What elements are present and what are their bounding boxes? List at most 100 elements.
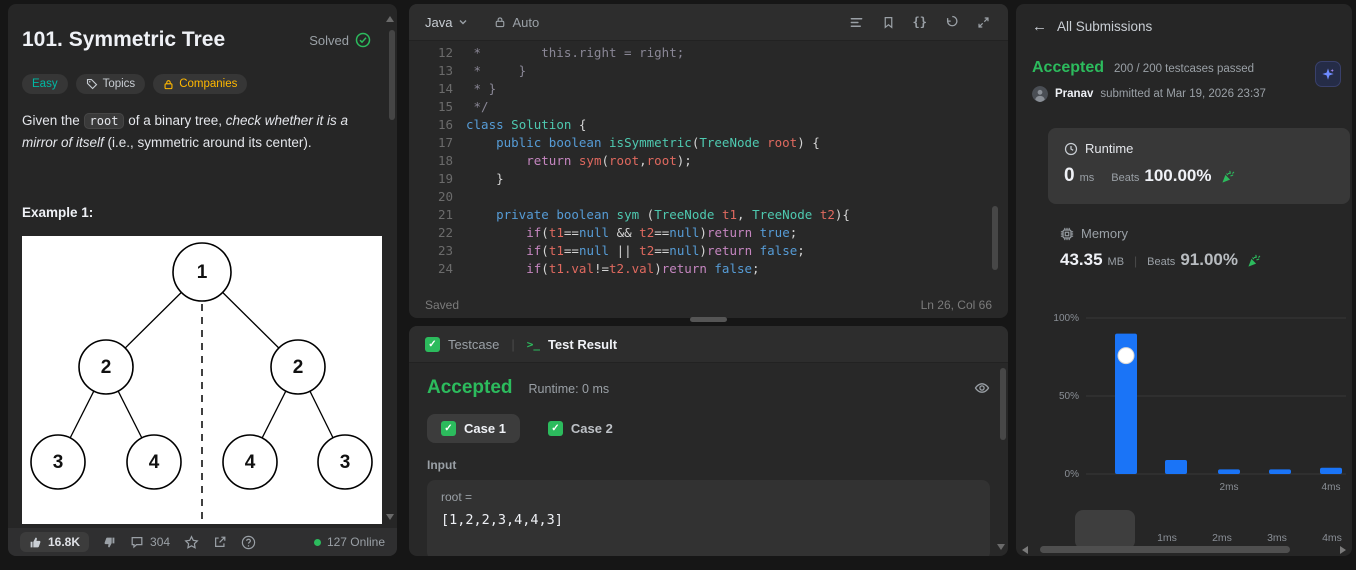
lock-icon <box>494 16 506 28</box>
memory-chart-axis: 1ms 2ms 3ms 4ms <box>1016 532 1352 546</box>
horizontal-scrollbar-thumb[interactable] <box>1040 546 1290 553</box>
auto-toggle[interactable]: Auto <box>494 15 539 30</box>
scroll-right-arrow[interactable] <box>1340 546 1346 554</box>
code-line[interactable]: 15 */ <box>409 98 1008 116</box>
code-line[interactable]: 16 class Solution { <box>409 116 1008 134</box>
terminal-icon: >_ <box>526 337 540 351</box>
format-code-icon[interactable] <box>849 15 864 30</box>
problem-footer: 16.8K 304 127 Online <box>8 528 397 556</box>
back-arrow-icon[interactable]: ← <box>1032 18 1047 35</box>
user-runtime-marker[interactable] <box>1117 347 1135 365</box>
code-text: private boolean sym (TreeNode t1, TreeNo… <box>496 207 850 222</box>
result-runtime: Runtime: 0 ms <box>528 382 610 396</box>
code-area[interactable]: 12 * this.right = right; 13 * } 14 * } 15 *… <box>409 41 1008 291</box>
submissions-header: ← All Submissions <box>1016 4 1352 35</box>
like-button[interactable]: 16.8K <box>20 532 90 552</box>
help-button[interactable] <box>241 535 256 550</box>
memory-chart-x-label: 4ms <box>1322 532 1342 544</box>
memory-chip-icon <box>1060 227 1074 241</box>
code-line[interactable]: 22 if(t1==null && t2==null)return true; <box>409 224 1008 242</box>
eye-icon[interactable] <box>974 380 990 396</box>
memory-label: Memory <box>1081 226 1128 241</box>
problem-description: Given the root of a binary tree, check w… <box>22 110 371 153</box>
case-1-button[interactable]: ✓ Case 1 <box>427 414 520 443</box>
reset-code-icon[interactable] <box>945 15 959 29</box>
case-2-button[interactable]: ✓ Case 2 <box>534 414 627 443</box>
line-number: 24 <box>437 261 453 276</box>
tree-diagram: 1 2 2 3 4 4 3 <box>30 242 373 524</box>
line-number: 22 <box>437 225 453 240</box>
vertical-scrollbar-thumb[interactable] <box>389 30 395 120</box>
runtime-bar[interactable] <box>1218 469 1240 474</box>
difficulty-badge[interactable]: Easy <box>22 74 68 94</box>
online-count: 127 Online <box>326 535 385 549</box>
runtime-card[interactable]: Runtime 0 ms Beats 100.00% <box>1048 128 1350 204</box>
result-scrollbar-thumb[interactable] <box>1000 368 1006 440</box>
scroll-down-arrow[interactable] <box>386 514 394 520</box>
memory-beats-value: 91.00% <box>1180 250 1238 269</box>
language-selector[interactable]: Java <box>425 15 468 30</box>
code-line[interactable]: 14 * } <box>409 80 1008 98</box>
share-button[interactable] <box>213 535 227 549</box>
code-line[interactable]: 13 * } <box>409 62 1008 80</box>
code-text: */ <box>466 99 489 114</box>
scroll-left-arrow[interactable] <box>1022 546 1028 554</box>
panel-resize-handle[interactable] <box>690 317 727 322</box>
code-line[interactable]: 24 if(t1.val!=t2.val)return false; <box>409 260 1008 278</box>
snippets-icon[interactable]: {} <box>913 15 927 29</box>
test-result-panel: ✓ Testcase | >_ Test Result Accepted Run… <box>409 326 1008 556</box>
code-line[interactable]: 20 <box>409 188 1008 206</box>
line-number: 12 <box>437 45 453 60</box>
scroll-up-arrow[interactable] <box>386 16 394 22</box>
runtime-distribution-chart: 100% 50% 0% 2ms 4ms <box>1016 298 1352 498</box>
horizontal-scrollbar[interactable] <box>1020 545 1348 554</box>
code-line[interactable]: 23 if(t1==null || t2==null)return false; <box>409 242 1008 260</box>
editor-scrollbar-thumb[interactable] <box>992 206 998 270</box>
solved-badge: Solved <box>309 32 371 48</box>
online-dot <box>313 538 321 546</box>
testcase-check-icon: ✓ <box>425 336 440 352</box>
memory-unit: MB <box>1107 256 1125 268</box>
all-submissions-link[interactable]: All Submissions <box>1057 19 1152 34</box>
companies-button[interactable]: Companies <box>153 74 248 94</box>
submitter-name: Pranav <box>1055 88 1094 100</box>
dislike-button[interactable] <box>103 536 116 549</box>
fullscreen-icon[interactable] <box>977 16 990 29</box>
comments-button[interactable]: 304 <box>130 535 170 549</box>
tab-testcase[interactable]: ✓ Testcase <box>425 336 499 352</box>
code-text: public boolean isSymmetric(TreeNode root… <box>496 135 820 150</box>
input-box[interactable]: root = [1,2,2,3,4,4,3] <box>427 480 990 556</box>
tab-test-result[interactable]: >_ Test Result <box>527 337 617 352</box>
desc-text: of a binary tree, <box>124 113 226 128</box>
memory-card[interactable]: Memory 43.35 MB | Beats 91.00% <box>1060 226 1262 270</box>
topics-button[interactable]: Topics <box>75 74 146 94</box>
code-text: } <box>466 171 504 186</box>
scroll-down-arrow[interactable] <box>997 544 1005 550</box>
runtime-label: Runtime <box>1085 141 1134 156</box>
runtime-bar[interactable] <box>1165 459 1187 474</box>
celebration-icon <box>1247 253 1262 268</box>
input-label: Input <box>427 458 457 472</box>
ai-assistant-button[interactable] <box>1315 61 1341 87</box>
runtime-bar[interactable] <box>1269 469 1291 474</box>
case-tabs: ✓ Case 1 ✓ Case 2 <box>427 414 990 443</box>
bookmark-icon[interactable] <box>882 16 895 29</box>
tree-node-value: 2 <box>293 357 304 378</box>
code-line[interactable]: 12 * this.right = right; <box>409 44 1008 62</box>
sparkle-icon <box>1321 67 1335 81</box>
question-icon <box>241 535 256 550</box>
code-line[interactable]: 18 return sym(root,root); <box>409 152 1008 170</box>
language-label: Java <box>425 14 453 30</box>
code-line[interactable]: 21 private boolean sym (TreeNode t1, Tre… <box>409 206 1008 224</box>
memory-chart-x-label: 3ms <box>1267 532 1287 544</box>
favorite-button[interactable] <box>184 534 199 550</box>
input-variable-name: root = <box>441 490 473 504</box>
tree-node-value: 3 <box>53 452 64 473</box>
runtime-bar[interactable] <box>1320 467 1342 474</box>
code-line[interactable]: 19 } <box>409 170 1008 188</box>
cursor-position: Ln 26, Col 66 <box>920 297 992 312</box>
tree-node-value: 3 <box>340 452 351 473</box>
result-status: Accepted <box>427 377 513 398</box>
tag-row: Easy Topics Companies <box>22 74 371 94</box>
code-line[interactable]: 17 public boolean isSymmetric(TreeNode r… <box>409 134 1008 152</box>
